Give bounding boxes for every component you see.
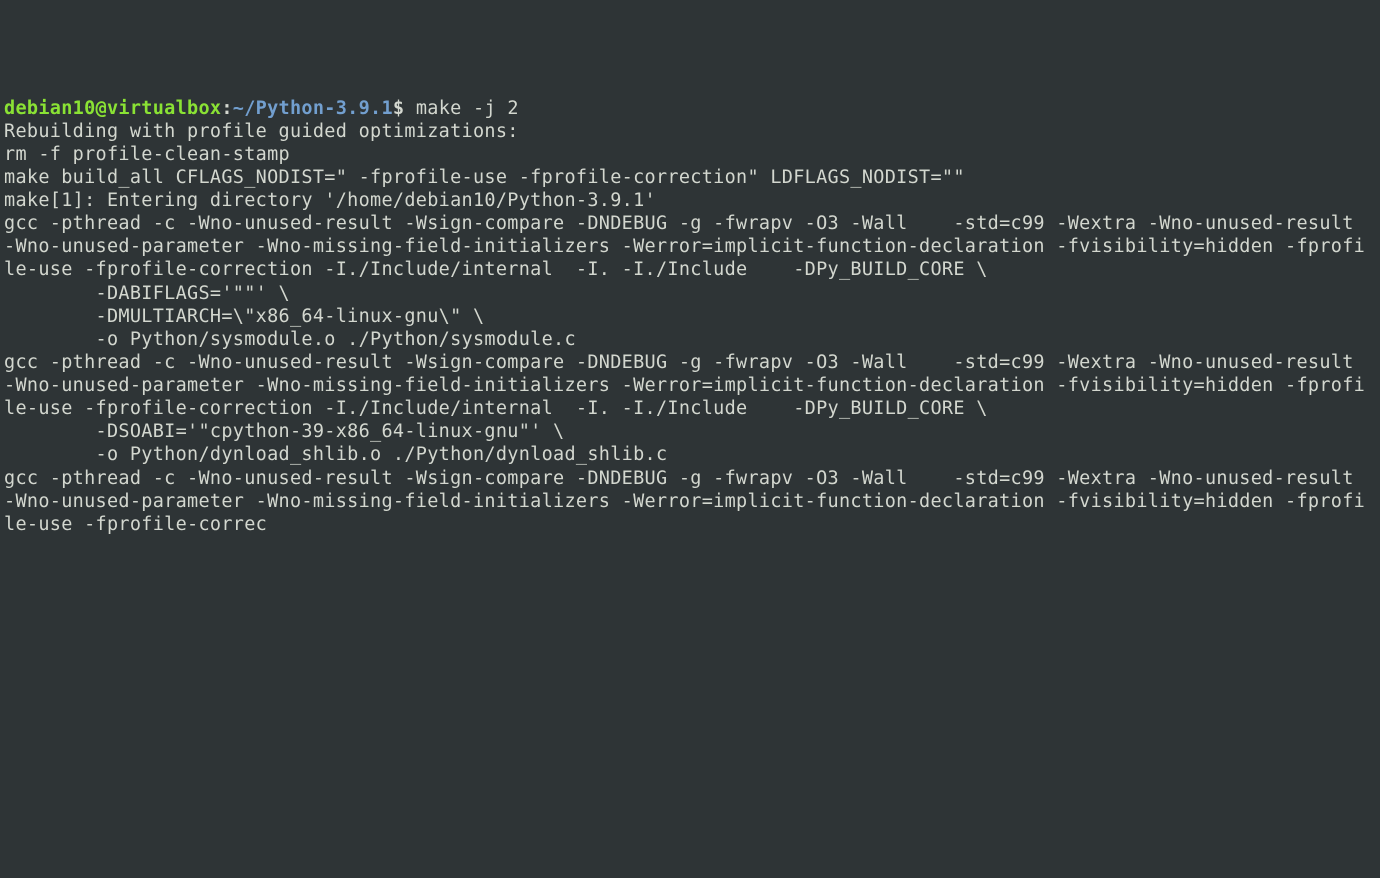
prompt-dollar: $ [393, 98, 416, 119]
output-line: gcc -pthread -c -Wno-unused-result -Wsig… [4, 468, 1365, 535]
prompt-separator: : [221, 98, 232, 119]
output-line: Rebuilding with profile guided optimizat… [4, 121, 519, 142]
prompt-line: debian10@virtualbox:~/Python-3.9.1$ make… [4, 98, 519, 119]
output-line: -DSOABI='"cpython-39-x86_64-linux-gnu"' … [4, 421, 564, 442]
prompt-user-host: debian10@virtualbox [4, 98, 221, 119]
prompt-cwd: ~/Python-3.9.1 [233, 98, 393, 119]
output-line: -DABIFLAGS='""' \ [4, 283, 290, 304]
output-line: rm -f profile-clean-stamp [4, 144, 290, 165]
command-input[interactable]: make -j 2 [416, 98, 519, 119]
output-line: -o Python/sysmodule.o ./Python/sysmodule… [4, 329, 576, 350]
output-line: gcc -pthread -c -Wno-unused-result -Wsig… [4, 352, 1365, 419]
output-line: -DMULTIARCH=\"x86_64-linux-gnu\" \ [4, 306, 484, 327]
output-line: make[1]: Entering directory '/home/debia… [4, 190, 656, 211]
output-line: make build_all CFLAGS_NODIST=" -fprofile… [4, 167, 965, 188]
output-line: -o Python/dynload_shlib.o ./Python/dynlo… [4, 444, 667, 465]
output-line: gcc -pthread -c -Wno-unused-result -Wsig… [4, 213, 1365, 280]
terminal-window[interactable]: debian10@virtualbox:~/Python-3.9.1$ make… [4, 97, 1376, 763]
